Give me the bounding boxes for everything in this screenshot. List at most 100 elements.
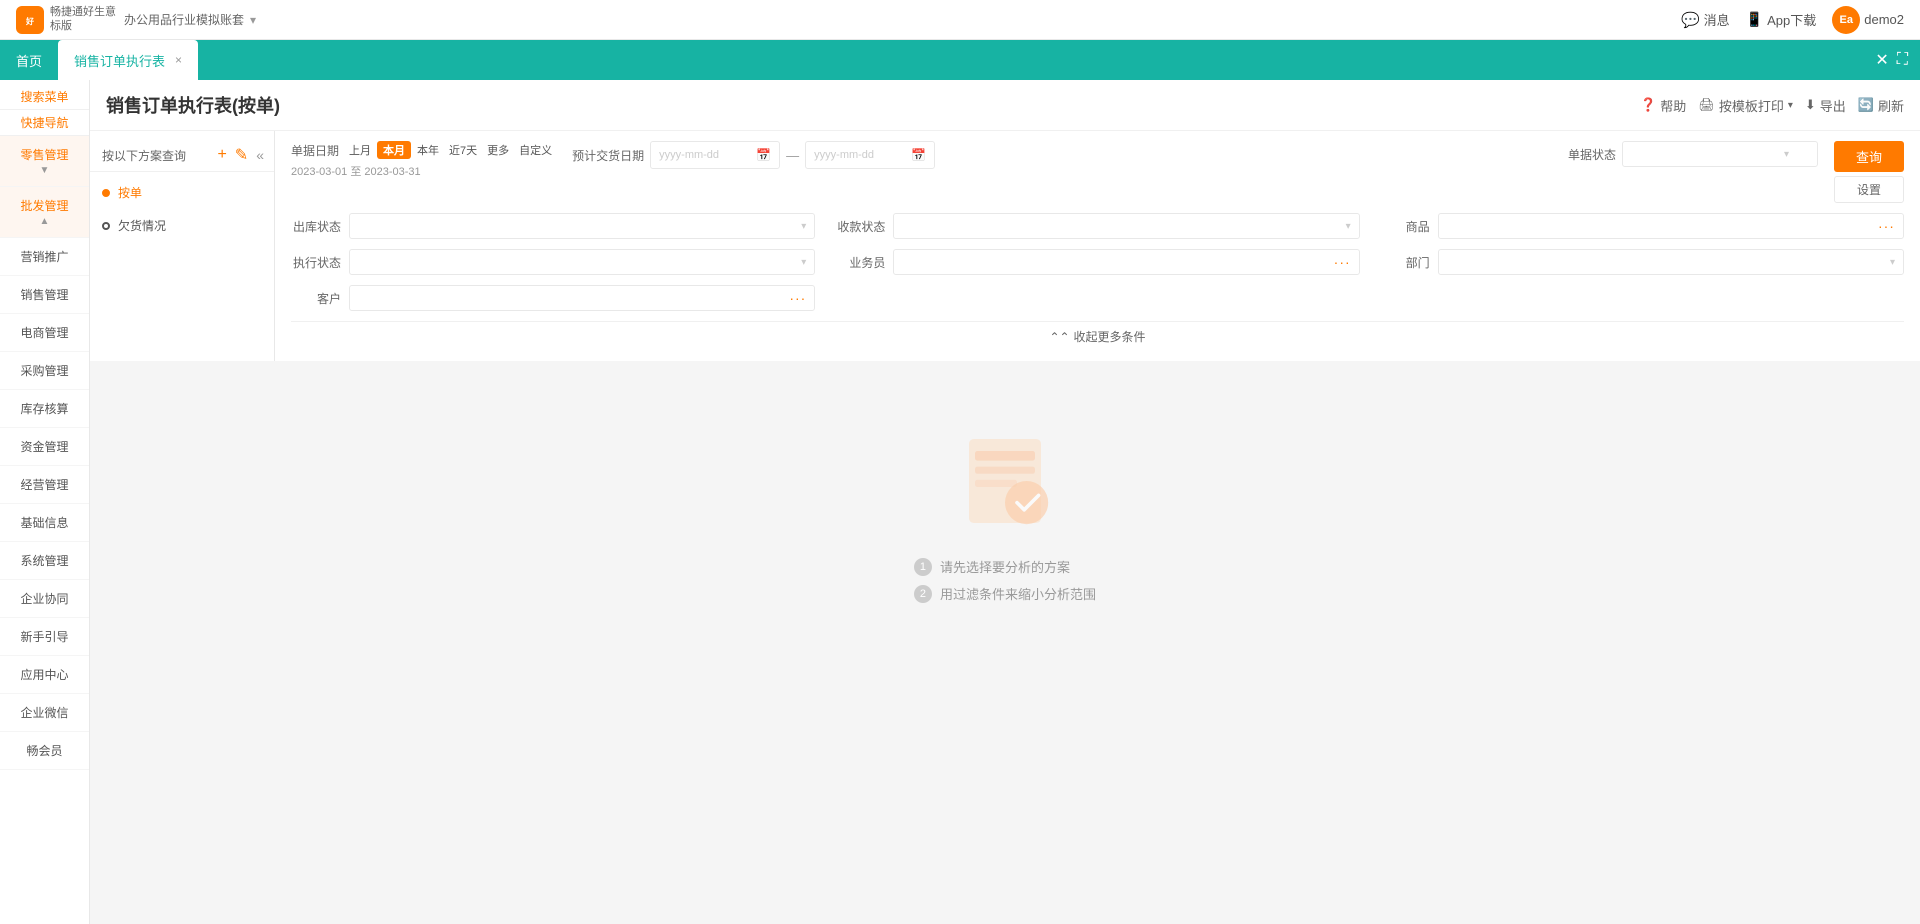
maximize-icon[interactable]: ⛶ — [1897, 51, 1908, 69]
sidebar-item-enterprise[interactable]: 企业协同 — [0, 580, 89, 618]
export-icon: ⬇ — [1805, 97, 1816, 113]
payment-filter: 收款状态 ▾ — [835, 213, 1359, 239]
goods-dots-icon: ··· — [1878, 218, 1895, 234]
sidebar-item-label-basic: 基础信息 — [20, 514, 68, 531]
refresh-btn[interactable]: 🔄 刷新 — [1858, 96, 1904, 115]
sub-nav-item-欠货情况[interactable]: 欠货情况 — [90, 209, 274, 242]
filter-row-1: 单据日期 上月 本月 本年 近7天 更多 自定义 2023-03-01 至 20… — [291, 141, 1904, 203]
dept-filter: 部门 ▾ — [1380, 249, 1904, 275]
sidebar-item-label-marketing: 营销推广 — [20, 248, 68, 265]
sidebar-item-newguide[interactable]: 新手引导 — [0, 618, 89, 656]
customer-select[interactable]: ··· — [349, 285, 815, 311]
sidebar-item-label-inventory: 库存核算 — [20, 400, 68, 417]
filter-controls: 单据日期 上月 本月 本年 近7天 更多 自定义 2023-03-01 至 20… — [275, 131, 1920, 361]
date-tab-more[interactable]: 更多 — [483, 141, 513, 159]
salesperson-dots-icon: ··· — [1334, 254, 1351, 270]
tab-close-btn[interactable]: × — [175, 53, 182, 67]
sidebar-item-marketing[interactable]: 营销推广 — [0, 238, 89, 276]
filter-row-4: 客户 ··· — [291, 285, 1904, 311]
help-btn[interactable]: ❓ 帮助 — [1640, 96, 1686, 115]
empty-step-2: 2 用过滤条件来缩小分析范围 — [914, 584, 1096, 603]
filter-area: 按以下方案查询 + ✎ « 按单 欠货情况 — [90, 131, 1920, 361]
tab-sales-order[interactable]: 销售订单执行表 × — [58, 40, 198, 80]
sub-nav-item-按单[interactable]: 按单 — [90, 176, 274, 209]
filter-row-2: 出库状态 ▾ 收款状态 ▾ 商品 — [291, 213, 1904, 239]
sidebar-item-basic[interactable]: 基础信息 — [0, 504, 89, 542]
sidebar-item-system[interactable]: 系统管理 — [0, 542, 89, 580]
date-label: 单据日期 — [291, 142, 339, 159]
status-label: 单据状态 — [1568, 146, 1616, 163]
sidebar-item-inventory[interactable]: 库存核算 — [0, 390, 89, 428]
date-tab-thismonth[interactable]: 本月 — [377, 141, 411, 159]
date-tab-custom[interactable]: 自定义 — [515, 141, 556, 159]
sidebar-quick-nav[interactable]: 快捷导航 — [0, 110, 89, 136]
sidebar-item-purchase[interactable]: 采购管理 — [0, 352, 89, 390]
app-download-btn[interactable]: 📱 App下载 — [1746, 10, 1817, 29]
sidebar-item-wxwork[interactable]: 企业微信 — [0, 694, 89, 732]
calendar-icon-from: 📅 — [756, 148, 771, 162]
edit-plan-btn[interactable]: ✎ — [235, 145, 248, 165]
sidebar-item-operations[interactable]: 经营管理 — [0, 466, 89, 504]
salesperson-select[interactable]: ··· — [893, 249, 1359, 275]
sidebar-item-label-ecommerce: 电商管理 — [20, 324, 68, 341]
top-header: 好 畅捷通好生意 标版 办公用品行业模拟账套 ▾ 💬 消息 📱 App下载 Ea… — [0, 0, 1920, 40]
left-filter-panel: 按以下方案查询 + ✎ « 按单 欠货情况 — [90, 131, 275, 361]
svg-text:好: 好 — [25, 16, 34, 26]
empty-state: 1 请先选择要分析的方案 2 用过滤条件来缩小分析范围 — [90, 361, 1920, 663]
date-tab-7days[interactable]: 近7天 — [445, 141, 481, 159]
payment-select[interactable]: ▾ — [893, 213, 1359, 239]
goods-filter: 商品 ··· — [1380, 213, 1904, 239]
customer-dots-icon: ··· — [789, 290, 806, 306]
user-menu[interactable]: Ea demo2 — [1832, 6, 1904, 34]
export-btn[interactable]: ⬇ 导出 — [1805, 96, 1846, 115]
sidebar-item-finance[interactable]: 资金管理 — [0, 428, 89, 466]
print-btn[interactable]: 🖨 按模板打印 ▾ — [1698, 96, 1793, 115]
sidebar-item-label-sales: 销售管理 — [20, 286, 68, 303]
breadcrumb[interactable]: 办公用品行业模拟账套 ▾ — [124, 11, 256, 28]
sidebar-item-sales[interactable]: 销售管理 — [0, 276, 89, 314]
dept-select[interactable]: ▾ — [1438, 249, 1904, 275]
status-select-arrow: ▾ — [1784, 149, 1789, 160]
exec-select[interactable]: ▾ — [349, 249, 815, 275]
settings-button[interactable]: 设置 — [1834, 176, 1904, 203]
sidebar-item-wholesale[interactable]: 批发管理 ▲ — [0, 187, 89, 238]
tab-bar-right: ✕ ⛶ — [1875, 50, 1920, 70]
payment-label: 收款状态 — [835, 218, 885, 235]
date-tab-thisyear[interactable]: 本年 — [413, 141, 443, 159]
tab-home[interactable]: 首页 — [0, 40, 58, 80]
action-buttons: 查询 设置 — [1834, 141, 1904, 203]
main-layout: 搜索菜单 快捷导航 零售管理 ▼ 批发管理 ▲ 营销推广 销售管理 电商管理 采… — [0, 80, 1920, 924]
step-number-2: 2 — [914, 585, 932, 603]
close-window-icon[interactable]: ✕ — [1875, 50, 1888, 70]
empty-step-1: 1 请先选择要分析的方案 — [914, 557, 1096, 576]
calendar-icon-to: 📅 — [911, 148, 926, 162]
bill-status-group: 单据状态 ▾ — [1568, 141, 1818, 167]
data-area: 1 请先选择要分析的方案 2 用过滤条件来缩小分析范围 — [90, 361, 1920, 663]
query-button[interactable]: 查询 — [1834, 141, 1904, 172]
sidebar-item-label-appcenter: 应用中心 — [20, 666, 68, 683]
sidebar-item-ecommerce[interactable]: 电商管理 — [0, 314, 89, 352]
delivery-select[interactable]: ▾ — [349, 213, 815, 239]
sidebar-item-vip[interactable]: 畅会员 — [0, 732, 89, 770]
chevron-down-icon: ▼ — [40, 165, 50, 176]
collapse-panel-btn[interactable]: « — [256, 147, 264, 163]
goods-select[interactable]: ··· — [1438, 213, 1904, 239]
left-panel-title: 按以下方案查询 — [102, 147, 186, 164]
chevron-up-icon: ▲ — [40, 216, 50, 227]
sidebar-item-retail[interactable]: 零售管理 ▼ — [0, 136, 89, 187]
salesperson-filter: 业务员 ··· — [835, 249, 1359, 275]
expected-date-from[interactable]: yyyy-mm-dd 📅 — [650, 141, 780, 169]
status-select[interactable]: ▾ — [1622, 141, 1818, 167]
exec-filter: 执行状态 ▾ — [291, 249, 815, 275]
expected-date-to[interactable]: yyyy-mm-dd 📅 — [805, 141, 935, 169]
page-actions: ❓ 帮助 🖨 按模板打印 ▾ ⬇ 导出 🔄 刷新 — [1640, 96, 1904, 115]
sidebar-search[interactable]: 搜索菜单 — [0, 80, 89, 110]
date-tab-lastmonth[interactable]: 上月 — [345, 141, 375, 159]
collapse-filters-btn[interactable]: ⌃⌃ 收起更多条件 — [291, 321, 1904, 351]
add-plan-btn[interactable]: + — [217, 146, 226, 164]
payment-arrow: ▾ — [1346, 221, 1351, 232]
salesperson-label: 业务员 — [835, 254, 885, 271]
page-header: 销售订单执行表(按单) ❓ 帮助 🖨 按模板打印 ▾ ⬇ 导出 🔄 刷新 — [90, 80, 1920, 131]
message-btn[interactable]: 💬 消息 — [1681, 10, 1730, 29]
sidebar-item-appcenter[interactable]: 应用中心 — [0, 656, 89, 694]
